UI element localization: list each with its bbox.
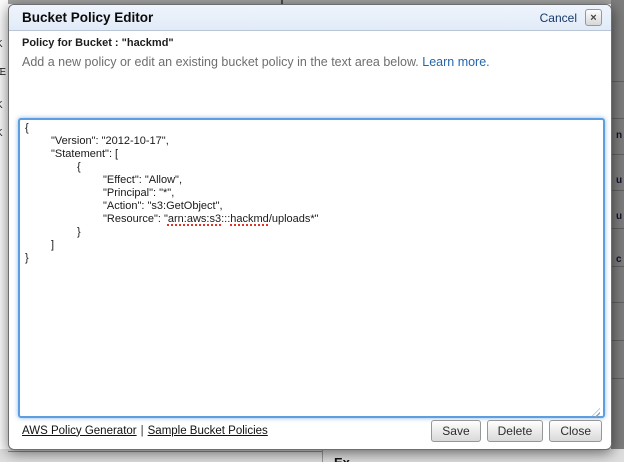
- backdrop-text-fragment: u: [616, 175, 622, 186]
- dialog-description: Add a new policy or edit an existing buc…: [22, 55, 490, 69]
- learn-more-link[interactable]: Learn more.: [422, 55, 489, 69]
- backdrop-row-line: [611, 118, 624, 119]
- backdrop-row-line: [611, 190, 624, 191]
- sample-bucket-policies-link[interactable]: Sample Bucket Policies: [148, 425, 268, 437]
- backdrop-left: K Œ K K: [0, 0, 8, 462]
- backdrop-bottom: Ex: [0, 449, 624, 462]
- description-text: Add a new policy or edit an existing buc…: [22, 55, 419, 69]
- link-separator: |: [141, 425, 144, 437]
- backdrop-text-fragment: c: [616, 254, 622, 265]
- dialog-header-actions: Cancel ×: [540, 9, 602, 26]
- backdrop-text-fragment: n: [616, 130, 622, 141]
- dialog-footer: AWS Policy Generator | Sample Bucket Polic…: [22, 419, 602, 442]
- backdrop-text-fragment: K: [0, 39, 3, 50]
- close-button[interactable]: Close: [549, 420, 602, 442]
- aws-policy-generator-link[interactable]: AWS Policy Generator: [22, 425, 137, 437]
- backdrop-text-fragment: K: [0, 128, 3, 139]
- backdrop-row-line: [611, 228, 624, 229]
- backdrop-row-line: [611, 266, 624, 267]
- backdrop-row-line: [611, 378, 624, 379]
- footer-buttons: Save Delete Close: [431, 420, 602, 442]
- cancel-link[interactable]: Cancel: [540, 11, 577, 25]
- backdrop-row-line: [611, 81, 624, 82]
- footer-links: AWS Policy Generator | Sample Bucket Polic…: [22, 425, 268, 437]
- backdrop-column-divider: [322, 449, 323, 462]
- backdrop-divider: [8, 451, 322, 452]
- dialog-title: Bucket Policy Editor: [22, 10, 153, 25]
- backdrop-right: n u u c: [611, 0, 624, 462]
- close-icon[interactable]: ×: [585, 9, 602, 26]
- policy-editor[interactable]: { "Version": "2012-10-17", "Statement": …: [18, 118, 605, 418]
- policy-for-bucket-label: Policy for Bucket : "hackmd": [22, 37, 174, 49]
- dialog-header: Bucket Policy Editor Cancel ×: [9, 5, 611, 31]
- backdrop-row-line: [611, 154, 624, 155]
- bucket-policy-editor-dialog: Bucket Policy Editor Cancel × Policy for…: [8, 4, 612, 450]
- backdrop-row-line: [611, 340, 624, 341]
- delete-button[interactable]: Delete: [487, 420, 544, 442]
- save-button[interactable]: Save: [431, 420, 480, 442]
- backdrop-text-fragment: Ex: [334, 455, 350, 462]
- backdrop-text-fragment: u: [616, 211, 622, 222]
- backdrop-text-fragment: K: [0, 100, 3, 111]
- backdrop-text-fragment: Œ: [0, 67, 6, 78]
- backdrop-row-line: [611, 302, 624, 303]
